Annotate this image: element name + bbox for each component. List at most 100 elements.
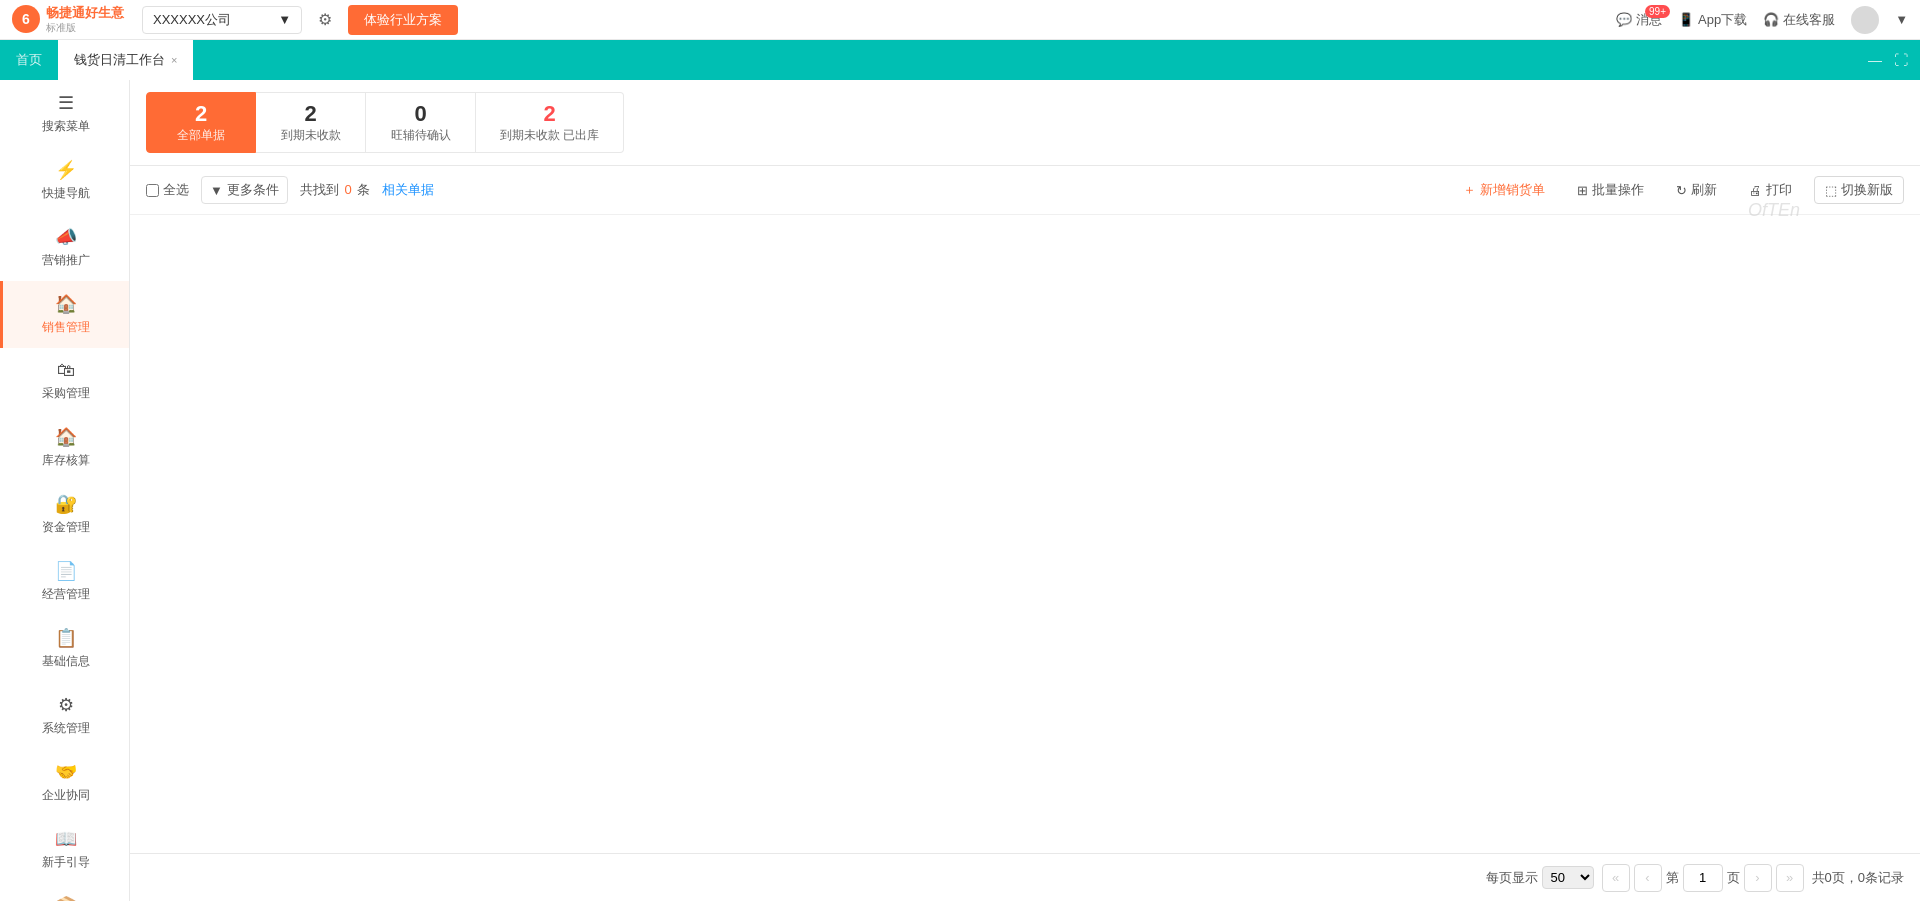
select-all-input[interactable] [146,184,159,197]
stat-tab-overdue[interactable]: 2 到期未收款 [256,92,366,153]
sidebar-label-operations: 经营管理 [42,586,90,603]
print-button[interactable]: 🖨 打印 [1739,176,1802,204]
active-tab-label: 钱货日清工作台 [74,51,165,69]
toolbar: 全选 ▼ 更多条件 共找到 0 条 相关单据 ＋ 新增销货单 [130,166,1920,215]
sidebar-item-inventory[interactable]: 🏠 库存核算 [0,414,129,481]
sidebar-item-enterprise[interactable]: 🤝 企业协同 [0,749,129,816]
print-icon: 🖨 [1749,183,1762,198]
filter-label: 更多条件 [227,181,279,199]
add-sales-button[interactable]: ＋ 新增销货单 [1453,176,1555,204]
service-icon: 🎧 [1763,12,1779,27]
last-page-button[interactable]: » [1776,864,1804,892]
batch-operation-button[interactable]: ⊞ 批量操作 [1567,176,1654,204]
sidebar-label-quick-nav: 快捷导航 [42,185,90,202]
refresh-button[interactable]: ↻ 刷新 [1666,176,1727,204]
close-tab-icon[interactable]: × [171,54,177,66]
first-page-button[interactable]: « [1602,864,1630,892]
message-button[interactable]: 💬 消息 99+ [1616,11,1662,29]
home-tab[interactable]: 首页 [0,40,58,80]
inventory-icon: 🏠 [55,426,77,448]
stat-tab-pending[interactable]: 0 旺辅待确认 [366,92,476,153]
more-filter-button[interactable]: ▼ 更多条件 [201,176,288,204]
sidebar-item-purchase[interactable]: 🛍 采购管理 [0,348,129,414]
stat-count-pending: 0 [414,101,426,127]
app-subtitle: 标准版 [46,21,124,34]
page-label: 第 [1666,869,1679,887]
company-selector[interactable]: XXXXXX公司 ▼ [142,6,302,34]
online-service-button[interactable]: 🎧 在线客服 [1763,11,1835,29]
sidebar-item-search-menu[interactable]: ☰ 搜索菜单 [0,80,129,147]
active-tab[interactable]: 钱货日清工作台 × [58,40,193,80]
minimize-icon[interactable]: — [1864,48,1886,72]
sidebar-item-sales[interactable]: 🏠 销售管理 [0,281,129,348]
stat-label-overdue: 到期未收款 [281,127,341,144]
app-center-icon: 📦 [55,895,77,901]
avatar[interactable] [1851,6,1879,34]
stat-count-all: 2 [195,101,207,127]
found-count: 0 [345,182,352,197]
sidebar-item-basic-info[interactable]: 📋 基础信息 [0,615,129,682]
prev-page-button[interactable]: ‹ [1634,864,1662,892]
online-service-label: 在线客服 [1783,11,1835,29]
purchase-icon: 🛍 [57,360,75,381]
next-page-button[interactable]: › [1744,864,1772,892]
guide-icon: 📖 [55,828,77,850]
add-icon: ＋ [1463,181,1476,199]
enterprise-icon: 🤝 [55,761,77,783]
app-logo-icon: 6 [12,5,40,33]
page-nav: « ‹ 第 页 › » [1602,864,1804,892]
stat-label-pending: 旺辅待确认 [391,127,451,144]
page-input[interactable] [1683,864,1723,892]
app-logo-text: 畅捷通好生意 标准版 [46,5,124,35]
per-page-dropdown[interactable]: 50 10 20 100 [1542,866,1594,889]
quick-nav-icon: ⚡ [55,159,77,181]
sidebar-label-system: 系统管理 [42,720,90,737]
filter-icon: ▼ [210,183,223,198]
sidebar-item-operations[interactable]: 📄 经营管理 [0,548,129,615]
chevron-down-icon: ▼ [278,12,291,27]
sidebar-label-basic-info: 基础信息 [42,653,90,670]
header-right: 💬 消息 99+ 📱 App下载 🎧 在线客服 ▼ [1616,6,1908,34]
sidebar-item-system[interactable]: ⚙ 系统管理 [0,682,129,749]
basic-info-icon: 📋 [55,627,77,649]
sidebar: ☰ 搜索菜单 ⚡ 快捷导航 📣 营销推广 🏠 销售管理 🛍 采购管理 🏠 库存核… [0,80,130,901]
search-menu-icon: ☰ [58,92,74,114]
experience-industry-button[interactable]: 体验行业方案 [348,5,458,35]
sidebar-item-marketing[interactable]: 📣 营销推广 [0,214,129,281]
refresh-icon: ↻ [1676,183,1687,198]
stat-tab-all[interactable]: 2 全部单据 [146,92,256,153]
sidebar-label-capital: 资金管理 [42,519,90,536]
per-page-label: 每页显示 [1486,869,1538,887]
username-area[interactable]: ▼ [1895,12,1908,27]
select-all-checkbox[interactable]: 全选 [146,181,189,199]
capital-icon: 🔐 [55,493,77,515]
total-text: 共0页，0条记录 [1812,869,1904,887]
top-header: 6 畅捷通好生意 标准版 XXXXXX公司 ▼ ⚙ 体验行业方案 💬 消息 99… [0,0,1920,40]
logo-area: 6 畅捷通好生意 标准版 [12,5,142,35]
switch-new-button[interactable]: ⬚ 切换新版 [1814,176,1904,204]
batch-icon: ⊞ [1577,183,1588,198]
sidebar-label-marketing: 营销推广 [42,252,90,269]
add-btn-label: 新增销货单 [1480,181,1545,199]
sidebar-item-quick-nav[interactable]: ⚡ 快捷导航 [0,147,129,214]
refresh-label: 刷新 [1691,181,1717,199]
sidebar-item-app-center[interactable]: 📦 应用中心 [0,883,129,901]
print-label: 打印 [1766,181,1792,199]
main-layout: ☰ 搜索菜单 ⚡ 快捷导航 📣 营销推广 🏠 销售管理 🛍 采购管理 🏠 库存核… [0,80,1920,901]
download-icon: 📱 [1678,12,1694,27]
stat-tab-overdue-stock[interactable]: 2 到期未收款 已出库 [476,92,624,153]
app-download-button[interactable]: 📱 App下载 [1678,11,1747,29]
sidebar-item-guide[interactable]: 📖 新手引导 [0,816,129,883]
settings-button[interactable]: ⚙ [310,5,340,35]
stat-label-all: 全部单据 [177,127,225,144]
found-suffix: 条 [357,182,370,197]
sidebar-label-purchase: 采购管理 [42,385,90,402]
sidebar-label-guide: 新手引导 [42,854,90,871]
sidebar-item-capital[interactable]: 🔐 资金管理 [0,481,129,548]
expand-icon[interactable]: ⛶ [1890,48,1912,72]
toolbar-right: ＋ 新增销货单 ⊞ 批量操作 ↻ 刷新 🖨 打印 [1453,176,1904,204]
batch-label: 批量操作 [1592,181,1644,199]
related-link[interactable]: 相关单据 [382,181,434,199]
select-all-label: 全选 [163,181,189,199]
system-icon: ⚙ [58,694,74,716]
